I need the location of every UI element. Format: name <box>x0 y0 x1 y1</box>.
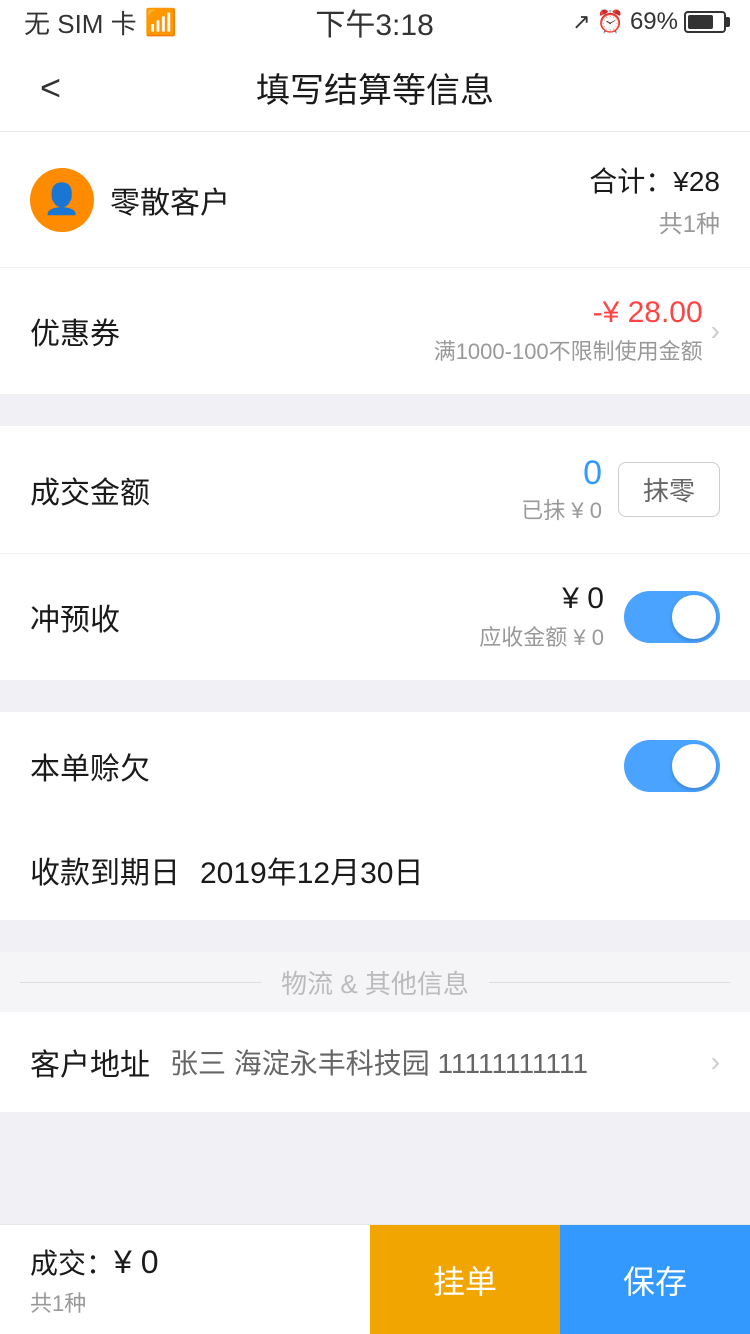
total-info: 合计：¥28 共1种 <box>589 160 720 239</box>
deal-amount: ¥ 0 <box>114 1244 158 1280</box>
customer-name: 零散客户 <box>110 178 230 222</box>
customer-section: 👤 零散客户 合计：¥28 共1种 优惠券 -¥ 28.00 满1000-100… <box>0 132 750 394</box>
coupon-value-block: -¥ 28.00 满1000-100不限制使用金额 <box>434 296 703 366</box>
total-amount: 合计：¥28 <box>589 160 720 200</box>
battery-icon <box>684 11 726 33</box>
chong-main-amount: ¥ 0 <box>479 582 604 616</box>
coupon-chevron-icon: › <box>711 315 720 347</box>
transaction-input[interactable]: 0 <box>521 454 602 493</box>
bottom-info: 成交：¥ 0 共1种 <box>0 1225 370 1334</box>
round-zero-button[interactable]: 抹零 <box>618 462 720 517</box>
transaction-right: 0 已抹 ¥ 0 抹零 <box>521 454 720 525</box>
wifi-icon: 📶 <box>145 7 177 38</box>
coupon-label: 优惠券 <box>30 309 120 353</box>
status-right: ↗ ⏰ 69% <box>572 8 726 36</box>
avatar-icon: 👤 <box>43 182 80 217</box>
avatar: 👤 <box>30 168 94 232</box>
address-row[interactable]: 客户地址 张三 海淀永丰科技园 11111111111 › <box>0 1012 750 1112</box>
debt-label: 本单赊欠 <box>30 744 150 788</box>
debt-section: 本单赊欠 收款到期日 2019年12月30日 <box>0 712 750 920</box>
transaction-label: 成交金额 <box>30 468 150 512</box>
back-button[interactable]: < <box>30 57 71 119</box>
deal-label: 成交： <box>30 1248 114 1279</box>
location-icon: ↗ <box>572 9 590 35</box>
status-bar: 无 SIM 卡 📶 下午3:18 ↗ ⏰ 69% <box>0 0 750 44</box>
due-date-row[interactable]: 收款到期日 2019年12月30日 <box>0 820 750 920</box>
customer-left: 👤 零散客户 <box>30 168 230 232</box>
status-time: 下午3:18 <box>315 0 433 44</box>
hold-button[interactable]: 挂单 <box>370 1225 560 1334</box>
status-left: 无 SIM 卡 📶 <box>24 4 177 41</box>
bottom-deal-row: 成交：¥ 0 <box>30 1242 340 1282</box>
customer-row: 👤 零散客户 合计：¥28 共1种 <box>0 132 750 267</box>
coupon-discount: -¥ 28.00 <box>434 296 703 330</box>
transaction-sub-text: 已抹 ¥ 0 <box>521 493 602 525</box>
toggle-knob <box>672 595 716 639</box>
separator-2 <box>0 696 750 712</box>
logistics-divider: 物流 & 其他信息 <box>0 952 750 1012</box>
separator-3 <box>0 936 750 952</box>
debt-toggle-knob <box>672 744 716 788</box>
divider-line-right <box>489 982 730 983</box>
chong-label: 冲预收 <box>30 595 120 639</box>
debt-toggle[interactable] <box>624 740 720 792</box>
battery-percent: 69% <box>630 8 678 36</box>
chong-amounts: ¥ 0 应收金额 ¥ 0 <box>479 582 604 652</box>
separator-1 <box>0 410 750 426</box>
chong-row: 冲预收 ¥ 0 应收金额 ¥ 0 <box>0 554 750 680</box>
chong-toggle[interactable] <box>624 591 720 643</box>
transaction-section: 成交金额 0 已抹 ¥ 0 抹零 冲预收 ¥ 0 应收金额 ¥ 0 <box>0 426 750 680</box>
address-chevron-icon: › <box>711 1046 720 1078</box>
logistics-label: 物流 & 其他信息 <box>281 964 469 1001</box>
due-date-label: 收款到期日 <box>30 848 180 892</box>
coupon-right: -¥ 28.00 满1000-100不限制使用金额 › <box>434 296 720 366</box>
page-title: 填写结算等信息 <box>256 63 494 112</box>
bottom-count: 共1种 <box>30 1286 340 1318</box>
total-count: 共1种 <box>589 204 720 239</box>
alarm-icon: ⏰ <box>597 9 624 35</box>
address-value: 张三 海淀永丰科技园 11111111111 <box>170 1042 711 1082</box>
battery-fill <box>688 15 713 29</box>
carrier-text: 无 SIM 卡 <box>24 4 137 41</box>
debt-row: 本单赊欠 <box>0 712 750 820</box>
coupon-desc: 满1000-100不限制使用金额 <box>434 334 703 366</box>
chong-right: ¥ 0 应收金额 ¥ 0 <box>479 582 720 652</box>
divider-line-left <box>20 982 261 983</box>
address-section: 客户地址 张三 海淀永丰科技园 11111111111 › <box>0 1012 750 1112</box>
chong-sub-amount: 应收金额 ¥ 0 <box>479 620 604 652</box>
nav-bar: < 填写结算等信息 <box>0 44 750 132</box>
due-date-value: 2019年12月30日 <box>200 848 423 892</box>
bottom-bar: 成交：¥ 0 共1种 挂单 保存 <box>0 1224 750 1334</box>
address-label: 客户地址 <box>30 1040 150 1084</box>
transaction-amount-row: 成交金额 0 已抹 ¥ 0 抹零 <box>0 426 750 554</box>
coupon-row[interactable]: 优惠券 -¥ 28.00 满1000-100不限制使用金额 › <box>0 267 750 394</box>
save-button[interactable]: 保存 <box>560 1225 750 1334</box>
